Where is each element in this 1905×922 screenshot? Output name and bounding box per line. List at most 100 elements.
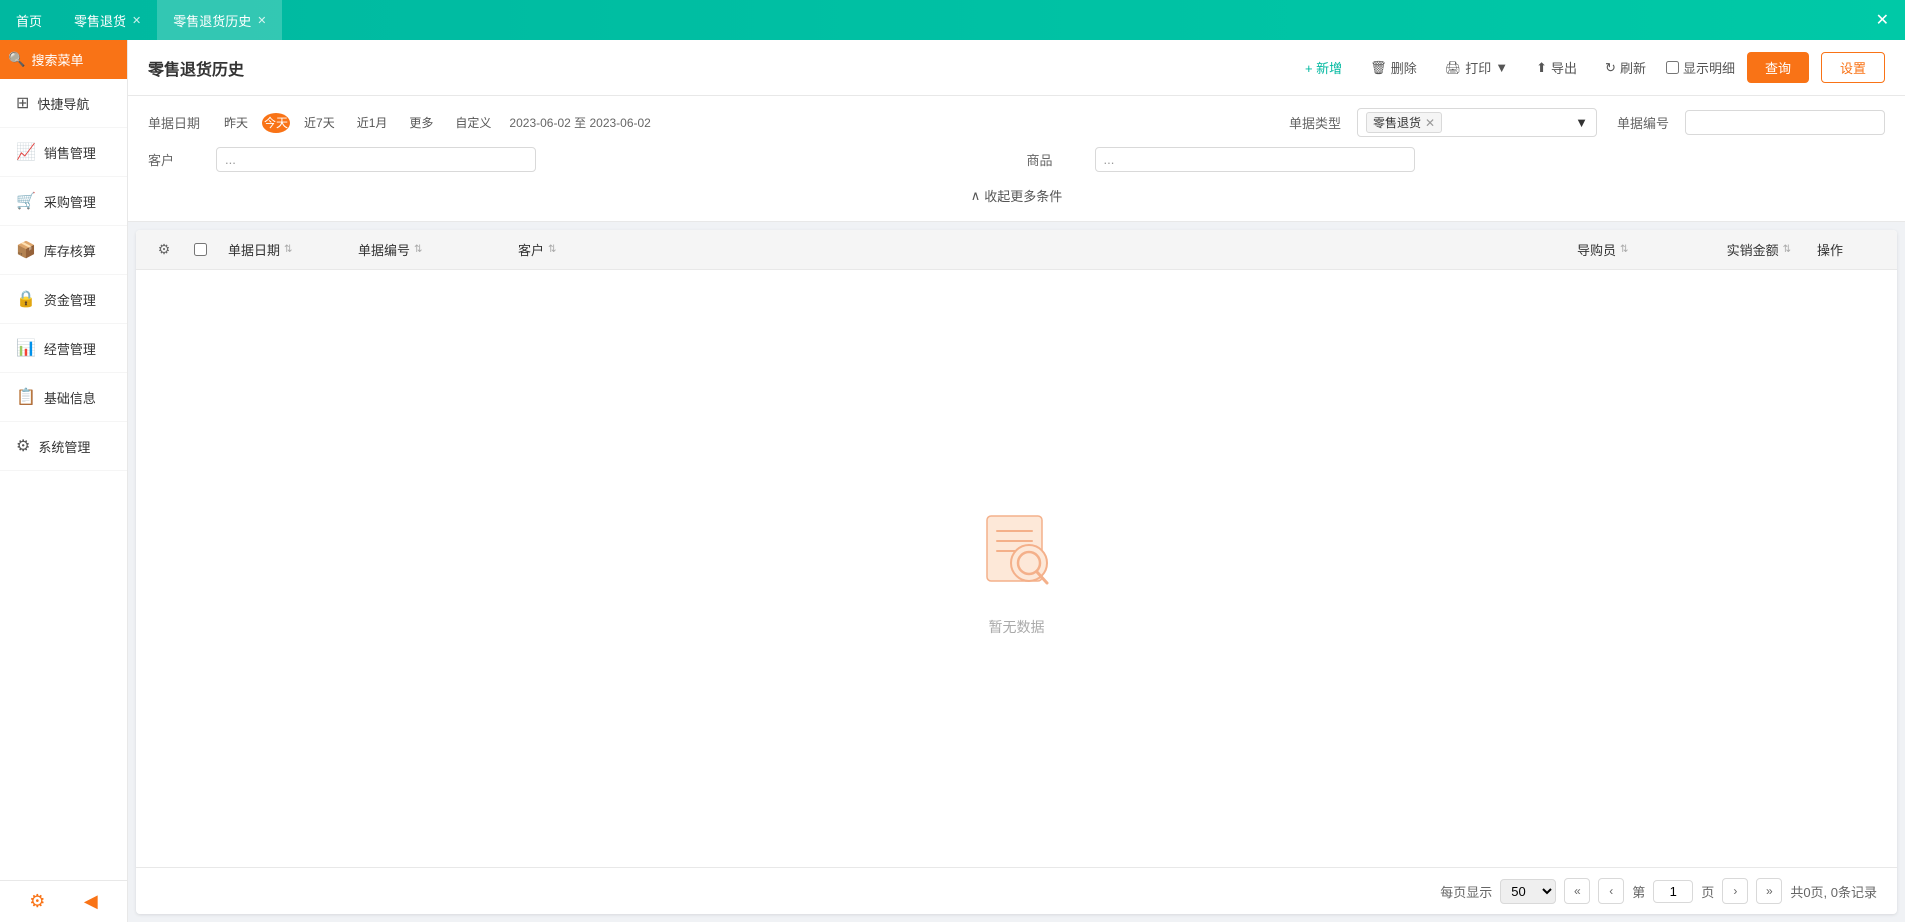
quick-nav-icon: ⊞ bbox=[16, 93, 29, 113]
th-guide[interactable]: 导购员 ⇅ bbox=[1567, 240, 1687, 259]
content-wrapper: ⚙ 单据日期 ⇅ 单据编号 ⇅ 客户 ⇅ bbox=[136, 230, 1897, 914]
empty-illustration bbox=[967, 501, 1067, 601]
sidebar-item-finance-label: 资金管理 bbox=[44, 290, 96, 309]
customer-placeholder: ... bbox=[225, 152, 236, 167]
sidebar-search[interactable]: 🔍 搜索菜单 bbox=[0, 40, 127, 79]
delete-button-label: 删除 bbox=[1391, 58, 1417, 77]
sidebar: 🔍 搜索菜单 ⊞ 快捷导航 📈 销售管理 🛒 采购管理 📦 库存核算 🔒 bbox=[0, 40, 128, 922]
sidebar-item-inventory-label: 库存核算 bbox=[44, 241, 96, 260]
tab-retail-return-history-label: 零售退货历史 bbox=[173, 11, 251, 30]
sidebar-bottom: ⚙ ◀ bbox=[0, 880, 127, 922]
delete-button[interactable]: 🗑 删除 bbox=[1362, 54, 1425, 81]
query-button[interactable]: 查询 bbox=[1747, 52, 1809, 83]
display-detail-checkbox[interactable]: 显示明细 bbox=[1666, 58, 1735, 77]
tab-retail-return-history[interactable]: 零售退货历史 ✕ bbox=[157, 0, 282, 40]
product-filter-group: 商品 ... bbox=[1027, 147, 1886, 172]
print-icon: 🖨 bbox=[1445, 60, 1462, 76]
sidebar-item-purchase-mgmt[interactable]: 🛒 采购管理 bbox=[0, 177, 127, 226]
sidebar-item-basic-info[interactable]: 📋 基础信息 bbox=[0, 373, 127, 422]
main-layout: 🔍 搜索菜单 ⊞ 快捷导航 📈 销售管理 🛒 采购管理 📦 库存核算 🔒 bbox=[0, 40, 1905, 922]
doc-type-filter-group: 单据类型 零售退货 ✕ ▼ bbox=[1289, 108, 1597, 137]
doc-type-dropdown-icon: ▼ bbox=[1575, 115, 1588, 130]
date-btn-today[interactable]: 今天 bbox=[262, 113, 290, 133]
doc-type-select[interactable]: 零售退货 ✕ ▼ bbox=[1357, 108, 1597, 137]
doc-type-label: 单据类型 bbox=[1289, 113, 1349, 132]
th-amount[interactable]: 实销金额 ⇅ bbox=[1687, 240, 1807, 259]
sidebar-item-quick-nav-label: 快捷导航 bbox=[37, 94, 89, 113]
th-date[interactable]: 单据日期 ⇅ bbox=[218, 240, 348, 259]
table-settings-icon[interactable]: ⚙ bbox=[146, 241, 182, 258]
print-dropdown-icon: ▼ bbox=[1495, 60, 1508, 75]
table-select-all[interactable] bbox=[182, 243, 218, 256]
doc-type-value: 零售退货 bbox=[1373, 114, 1421, 131]
th-customer-label: 客户 bbox=[518, 240, 544, 259]
page-number-input[interactable] bbox=[1653, 880, 1693, 903]
th-action: 操作 bbox=[1807, 240, 1887, 259]
sidebar-item-system-mgmt[interactable]: ⚙ 系统管理 bbox=[0, 422, 127, 471]
customer-label: 客户 bbox=[148, 150, 208, 169]
export-icon: ⬆ bbox=[1536, 60, 1547, 76]
tab-home-label: 首页 bbox=[16, 11, 42, 30]
per-page-select[interactable]: 50 10 20 100 bbox=[1500, 879, 1556, 904]
date-btn-yesterday[interactable]: 昨天 bbox=[216, 112, 256, 133]
print-button[interactable]: 🖨 打印 ▼ bbox=[1437, 54, 1516, 81]
filter-row-1: 单据日期 昨天 今天 近7天 近1月 更多 自定义 2023-06-02 至 2… bbox=[148, 108, 1885, 137]
date-btn-more[interactable]: 更多 bbox=[401, 112, 441, 133]
prev-page-button[interactable]: ‹ bbox=[1598, 878, 1624, 904]
setting-button[interactable]: 设置 bbox=[1821, 52, 1885, 83]
display-detail-input[interactable] bbox=[1666, 61, 1679, 74]
first-page-icon: « bbox=[1574, 884, 1581, 898]
print-button-label: 打印 bbox=[1465, 58, 1491, 77]
refresh-button[interactable]: ↻ 刷新 bbox=[1597, 54, 1654, 81]
sidebar-item-operations[interactable]: 📊 经营管理 bbox=[0, 324, 127, 373]
date-label: 单据日期 bbox=[148, 113, 208, 132]
tab-retail-return-history-close[interactable]: ✕ bbox=[257, 14, 266, 27]
th-date-sort: ⇅ bbox=[284, 244, 292, 255]
new-button[interactable]: + 新增 bbox=[1297, 54, 1350, 81]
date-filter-group: 单据日期 昨天 今天 近7天 近1月 更多 自定义 2023-06-02 至 2… bbox=[148, 112, 1269, 133]
empty-text: 暂无数据 bbox=[989, 617, 1045, 637]
settings-bottom-icon[interactable]: ⚙ bbox=[29, 891, 45, 912]
tab-retail-return-close[interactable]: ✕ bbox=[132, 14, 141, 27]
sidebar-item-inventory[interactable]: 📦 库存核算 bbox=[0, 226, 127, 275]
delete-icon: 🗑 bbox=[1370, 60, 1387, 76]
sidebar-item-quick-nav[interactable]: ⊞ 快捷导航 bbox=[0, 79, 127, 128]
sidebar-item-finance[interactable]: 🔒 资金管理 bbox=[0, 275, 127, 324]
product-input[interactable]: ... bbox=[1095, 147, 1415, 172]
top-bar: 首页 零售退货 ✕ 零售退货历史 ✕ ✕ bbox=[0, 0, 1905, 40]
next-page-icon: › bbox=[1733, 884, 1737, 898]
th-amount-sort: ⇅ bbox=[1783, 244, 1791, 255]
collapse-icon: ∧ bbox=[971, 188, 981, 204]
last-page-button[interactable]: » bbox=[1756, 878, 1782, 904]
first-page-button[interactable]: « bbox=[1564, 878, 1590, 904]
select-all-checkbox[interactable] bbox=[194, 243, 207, 256]
th-amount-label: 实销金额 bbox=[1727, 240, 1779, 259]
refresh-icon: ↻ bbox=[1605, 60, 1616, 76]
th-customer[interactable]: 客户 ⇅ bbox=[508, 240, 1567, 259]
collapse-sidebar-icon[interactable]: ◀ bbox=[84, 891, 98, 912]
collapse-button[interactable]: ∧ 收起更多条件 bbox=[971, 182, 1063, 209]
th-date-label: 单据日期 bbox=[228, 240, 280, 259]
top-bar-close[interactable]: ✕ bbox=[1876, 10, 1905, 30]
date-btn-7days[interactable]: 近7天 bbox=[296, 112, 343, 133]
system-icon: ⚙ bbox=[16, 436, 30, 456]
next-page-button[interactable]: › bbox=[1722, 878, 1748, 904]
tab-retail-return[interactable]: 零售退货 ✕ bbox=[58, 0, 157, 40]
customer-input[interactable]: ... bbox=[216, 147, 536, 172]
date-btn-custom[interactable]: 自定义 bbox=[447, 112, 499, 133]
last-page-icon: » bbox=[1766, 884, 1773, 898]
table-header: ⚙ 单据日期 ⇅ 单据编号 ⇅ 客户 ⇅ bbox=[136, 230, 1897, 270]
date-btn-1month[interactable]: 近1月 bbox=[349, 112, 396, 133]
page-label: 页 bbox=[1701, 882, 1714, 901]
doc-type-tag-close[interactable]: ✕ bbox=[1425, 116, 1435, 130]
tab-home[interactable]: 首页 bbox=[0, 0, 58, 40]
page-header: 零售退货历史 + 新增 🗑 删除 🖨 打印 ▼ ⬆ 导出 bbox=[128, 40, 1905, 96]
display-detail-label: 显示明细 bbox=[1683, 58, 1735, 77]
doc-number-filter-group: 单据编号 bbox=[1617, 110, 1885, 135]
sidebar-item-basic-info-label: 基础信息 bbox=[44, 388, 96, 407]
th-number[interactable]: 单据编号 ⇅ bbox=[348, 240, 508, 259]
doc-number-input[interactable] bbox=[1685, 110, 1885, 135]
sidebar-item-sales-mgmt[interactable]: 📈 销售管理 bbox=[0, 128, 127, 177]
refresh-button-label: 刷新 bbox=[1620, 58, 1646, 77]
export-button[interactable]: ⬆ 导出 bbox=[1528, 54, 1585, 81]
